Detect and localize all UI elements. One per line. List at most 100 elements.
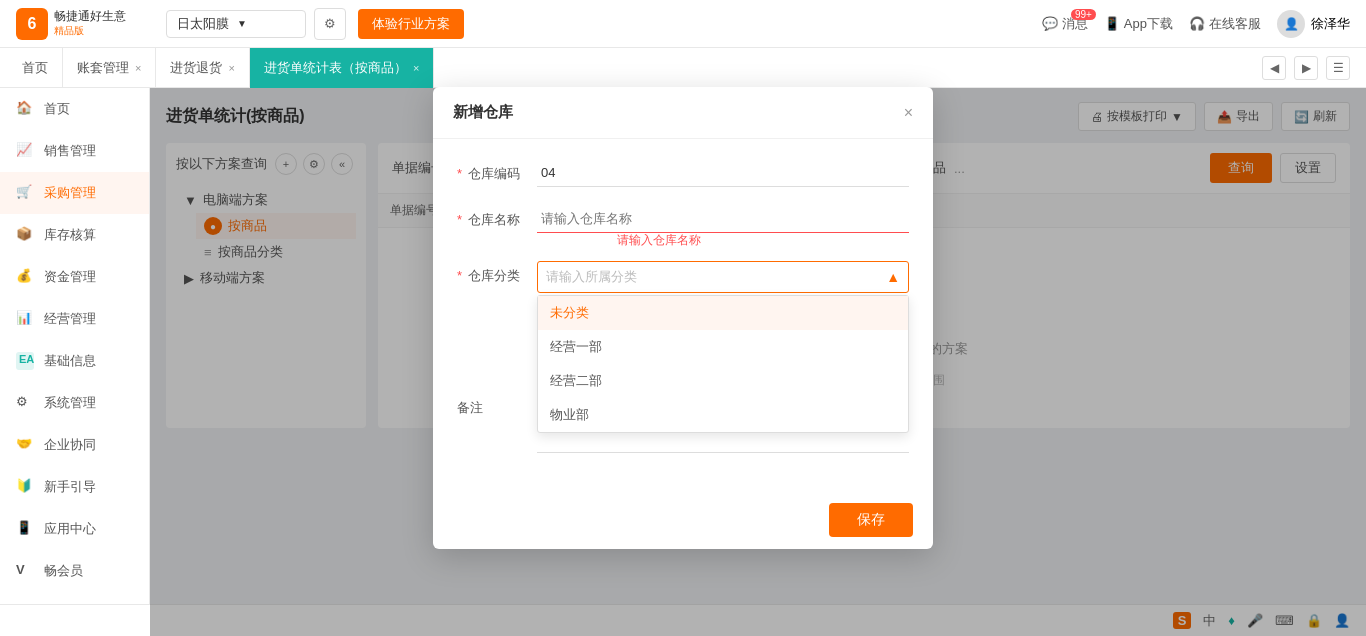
sidebar-item-member[interactable]: V 畅会员	[0, 550, 149, 592]
form-row-category: * 仓库分类 请输入所属分类 ▲ 未分类 经营一部 经营二部 物业部	[457, 261, 909, 293]
message-item[interactable]: 💬 消息 99+	[1042, 15, 1088, 33]
app-icon: 📱	[1104, 16, 1120, 31]
tab-home-label: 首页	[22, 59, 48, 77]
dialog-header: 新增仓库 ×	[433, 87, 933, 139]
sidebar-label-guide: 新手引导	[44, 478, 96, 496]
sidebar-label-collab: 企业协同	[44, 436, 96, 454]
sidebar-label-sales: 销售管理	[44, 142, 96, 160]
tab-account-label: 账套管理	[77, 59, 129, 77]
dialog-body: * 仓库编码 * 仓库名称 请输入仓库名称 * 仓库分类	[433, 139, 933, 491]
try-industry-button[interactable]: 体验行业方案	[358, 9, 464, 39]
save-button[interactable]: 保存	[829, 503, 913, 537]
dialog-title: 新增仓库	[453, 103, 513, 122]
online-service-item[interactable]: 🎧 在线客服	[1189, 15, 1261, 33]
logo-line2: 精品版	[54, 24, 126, 38]
sidebar-label-apps: 应用中心	[44, 520, 96, 538]
category-dropdown-wrap: 请输入所属分类 ▲ 未分类 经营一部 经营二部 物业部	[537, 261, 909, 293]
sidebar-label-inventory: 库存核算	[44, 226, 96, 244]
sidebar-label-member: 畅会员	[44, 562, 83, 580]
category-placeholder: 请输入所属分类	[546, 269, 637, 284]
guide-icon: 🔰	[16, 478, 34, 496]
logo-text-block: 畅捷通好生意 精品版	[54, 9, 126, 39]
sidebar-item-home[interactable]: 🏠 首页	[0, 88, 149, 130]
code-input[interactable]	[537, 159, 909, 187]
tab-prev-btn[interactable]: ◀	[1262, 56, 1286, 80]
app-download-item[interactable]: 📱 App下载	[1104, 15, 1173, 33]
sidebar-item-apps[interactable]: 📱 应用中心	[0, 508, 149, 550]
tab-menu-btn[interactable]: ☰	[1326, 56, 1350, 80]
message-icon: 💬	[1042, 16, 1058, 31]
collab-icon: 🤝	[16, 436, 34, 454]
store-selector[interactable]: 日太阳膜 ▼	[166, 10, 306, 38]
store-chevron-icon: ▼	[237, 18, 247, 29]
purchase-icon: 🛒	[16, 184, 34, 202]
operation-icon: 📊	[16, 310, 34, 328]
system-icon: ⚙	[16, 394, 34, 412]
basic-icon: EA	[16, 352, 34, 370]
gear-button[interactable]: ⚙	[314, 8, 346, 40]
sidebar-item-inventory[interactable]: 📦 库存核算	[0, 214, 149, 256]
tab-next-btn[interactable]: ▶	[1294, 56, 1318, 80]
tab-account-close[interactable]: ×	[135, 62, 141, 74]
dropdown-option-dept2[interactable]: 经营二部	[538, 364, 908, 398]
user-name: 徐泽华	[1311, 15, 1350, 33]
gear-icon: ⚙	[324, 16, 336, 31]
dropdown-option-dept1[interactable]: 经营一部	[538, 330, 908, 364]
sidebar-item-collab[interactable]: 🤝 企业协同	[0, 424, 149, 466]
sidebar-label-operation: 经营管理	[44, 310, 96, 328]
home-icon: 🏠	[16, 100, 34, 118]
note-label: 备注	[457, 393, 537, 417]
sidebar: 🏠 首页 📈 销售管理 🛒 采购管理 📦 库存核算 💰 资金管理 📊 经营管理 …	[0, 88, 150, 636]
service-label: 在线客服	[1209, 15, 1261, 33]
logo-area: 6 畅捷通好生意 精品版	[16, 8, 166, 40]
tab-purchase-stats-label: 进货单统计表（按商品）	[264, 59, 407, 77]
message-badge: 99+	[1071, 9, 1096, 20]
sidebar-item-purchase[interactable]: 🛒 采购管理	[0, 172, 149, 214]
tab-home[interactable]: 首页	[8, 48, 63, 88]
header-right: 💬 消息 99+ 📱 App下载 🎧 在线客服 👤 徐泽华	[1042, 10, 1350, 38]
tab-purchase-stats[interactable]: 进货单统计表（按商品） ×	[250, 48, 434, 88]
category-dropdown-trigger[interactable]: 请输入所属分类 ▲	[537, 261, 909, 293]
category-dropdown-list: 未分类 经营一部 经营二部 物业部	[537, 295, 909, 433]
sales-icon: 📈	[16, 142, 34, 160]
app-label: App下载	[1124, 15, 1173, 33]
tab-purchase-return-close[interactable]: ×	[228, 62, 234, 74]
new-warehouse-dialog: 新增仓库 × * 仓库编码 * 仓库名称 请输入仓库名称 *	[433, 87, 933, 549]
dialog-close-button[interactable]: ×	[904, 104, 913, 122]
headset-icon: 🎧	[1189, 16, 1205, 31]
name-input-wrap: 请输入仓库名称	[537, 205, 909, 233]
name-input[interactable]	[537, 205, 909, 233]
sidebar-label-home: 首页	[44, 100, 70, 118]
dropdown-arrow-icon: ▲	[886, 269, 900, 285]
sidebar-label-basic: 基础信息	[44, 352, 96, 370]
apps-icon: 📱	[16, 520, 34, 538]
sidebar-item-finance[interactable]: 💰 资金管理	[0, 256, 149, 298]
name-error-msg: 请输入仓库名称	[617, 232, 701, 249]
dialog-footer: 保存	[433, 491, 933, 549]
tab-purchase-return-label: 进货退货	[170, 59, 222, 77]
tab-actions: ◀ ▶ ☰	[1254, 56, 1358, 80]
sidebar-label-system: 系统管理	[44, 394, 96, 412]
sidebar-item-guide[interactable]: 🔰 新手引导	[0, 466, 149, 508]
avatar: 👤	[1277, 10, 1305, 38]
inventory-icon: 📦	[16, 226, 34, 244]
tab-bar: 首页 账套管理 × 进货退货 × 进货单统计表（按商品） × ◀ ▶ ☰	[0, 48, 1366, 88]
dropdown-option-unclassified[interactable]: 未分类	[538, 296, 908, 330]
sidebar-item-sales[interactable]: 📈 销售管理	[0, 130, 149, 172]
form-row-name: * 仓库名称 请输入仓库名称	[457, 205, 909, 233]
avatar-icon: 👤	[1284, 17, 1299, 31]
tab-purchase-return[interactable]: 进货退货 ×	[156, 48, 249, 88]
sidebar-item-system[interactable]: ⚙ 系统管理	[0, 382, 149, 424]
form-row-code: * 仓库编码	[457, 159, 909, 187]
store-name: 日太阳膜	[177, 15, 229, 33]
sidebar-item-operation[interactable]: 📊 经营管理	[0, 298, 149, 340]
dropdown-option-dept3[interactable]: 物业部	[538, 398, 908, 432]
tab-purchase-stats-close[interactable]: ×	[413, 62, 419, 74]
sidebar-label-purchase: 采购管理	[44, 184, 96, 202]
user-area[interactable]: 👤 徐泽华	[1277, 10, 1350, 38]
tab-account[interactable]: 账套管理 ×	[63, 48, 156, 88]
category-label: * 仓库分类	[457, 261, 537, 285]
sidebar-label-finance: 资金管理	[44, 268, 96, 286]
sidebar-item-basic[interactable]: EA 基础信息	[0, 340, 149, 382]
logo-line1: 畅捷通好生意	[54, 9, 126, 25]
